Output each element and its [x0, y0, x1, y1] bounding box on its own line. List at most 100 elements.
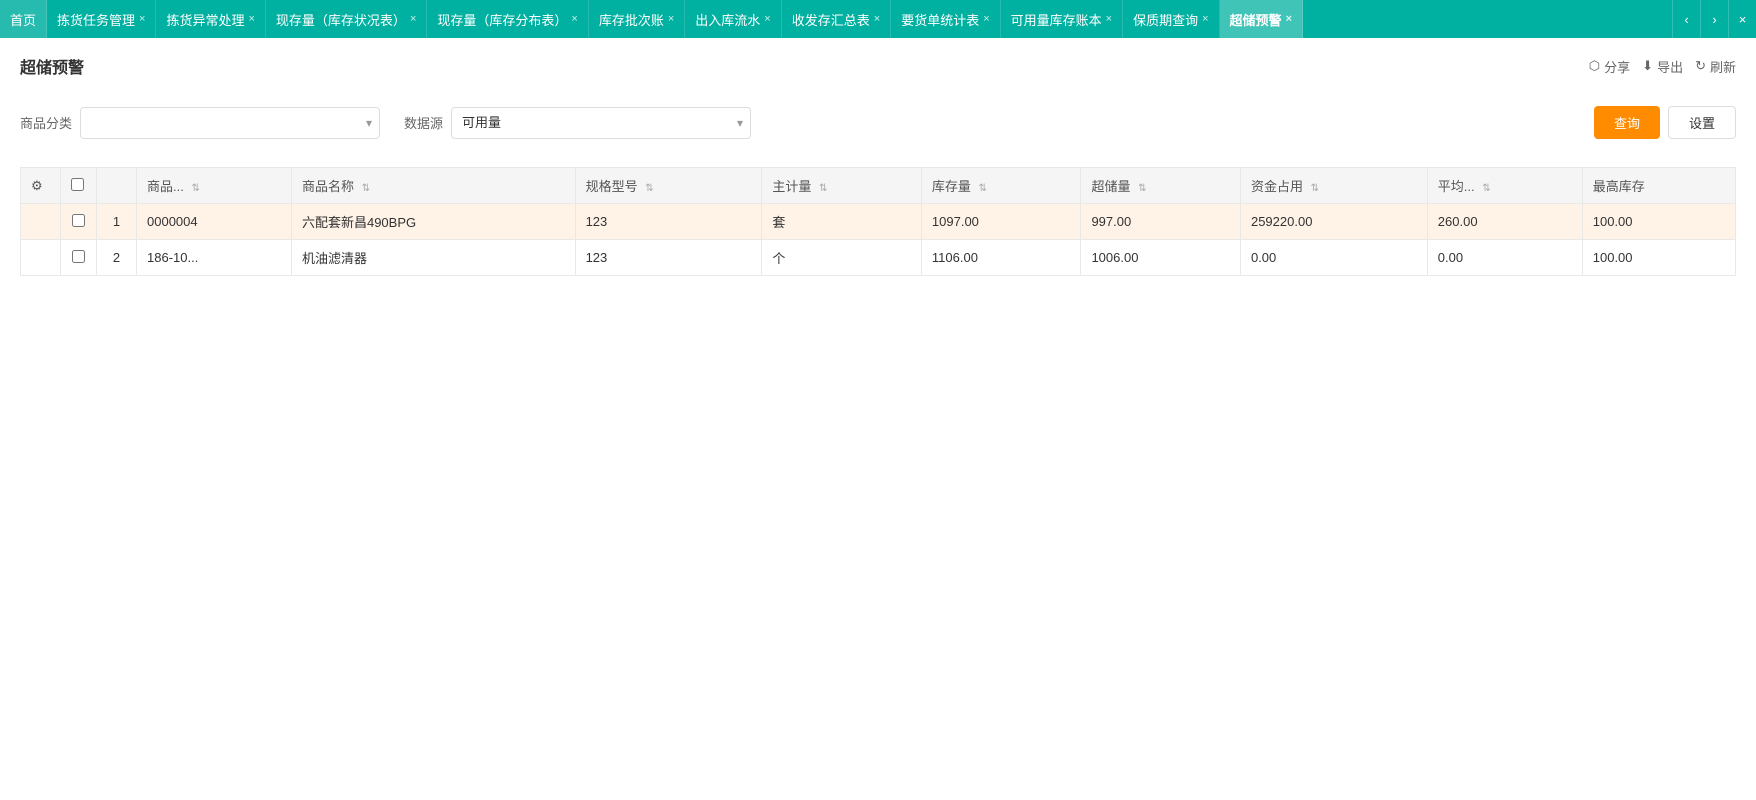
row-overstock: 1006.00 — [1081, 240, 1241, 276]
nav-arrow-right[interactable]: › — [1700, 0, 1728, 38]
refresh-icon: ↻ — [1695, 58, 1706, 74]
sort-icon: ⇅ — [819, 183, 827, 194]
nav-arrows: ‹ › × — [1672, 0, 1756, 38]
row-gear — [21, 240, 61, 276]
datasource-label: 数据源 — [404, 113, 443, 132]
row-capital: 259220.00 — [1240, 204, 1427, 240]
page-title: 超储预警 — [20, 54, 84, 78]
th-capital[interactable]: 资金占用 ⇅ — [1240, 168, 1427, 204]
nav-quality-check[interactable]: 保质期查询 × — [1123, 0, 1219, 38]
row-checkbox[interactable] — [72, 250, 85, 263]
page-content: 超储预警 ⬡ 分享 ⬇ 导出 ↻ 刷新 商品分类 ▾ — [0, 38, 1756, 800]
nav-order-stats[interactable]: 要货单统计表 × — [891, 0, 1000, 38]
nav-close-icon[interactable]: × — [571, 13, 577, 25]
row-unit: 套 — [762, 204, 922, 240]
row-product-code: 0000004 — [137, 204, 292, 240]
row-num: 2 — [97, 240, 137, 276]
sort-icon: ⇅ — [979, 183, 987, 194]
row-checkbox-cell — [61, 204, 97, 240]
share-icon: ⬡ — [1589, 58, 1600, 74]
nav-pick-exception[interactable]: 拣货异常处理 × — [156, 0, 265, 38]
query-button[interactable]: 查询 — [1594, 106, 1660, 139]
row-product-name: 六配套新昌490BPG — [291, 204, 575, 240]
th-checkbox — [61, 168, 97, 204]
datasource-filter: 数据源 可用量 ▾ — [404, 107, 751, 139]
row-capital: 0.00 — [1240, 240, 1427, 276]
nav-close-icon[interactable]: × — [410, 13, 416, 25]
datasource-select-wrapper: 可用量 ▾ — [451, 107, 751, 139]
nav-close-icon[interactable]: × — [1202, 13, 1208, 25]
export-icon: ⬇ — [1642, 58, 1653, 74]
nav-stock-status[interactable]: 现存量（库存状况表） × — [266, 0, 427, 38]
row-product-name: 机油滤清器 — [291, 240, 575, 276]
row-avg: 0.00 — [1427, 240, 1582, 276]
nav-inout-flow[interactable]: 出入库流水 × — [685, 0, 781, 38]
top-navigation: 首页 拣货任务管理 × 拣货异常处理 × 现存量（库存状况表） × 现存量（库存… — [0, 0, 1756, 38]
nav-arrow-left[interactable]: ‹ — [1672, 0, 1700, 38]
nav-pick-task[interactable]: 拣货任务管理 × — [47, 0, 156, 38]
table-row: 2 186-10... 机油滤清器 123 个 1106.00 1006.00 … — [21, 240, 1736, 276]
row-avg: 260.00 — [1427, 204, 1582, 240]
nav-collect-summary[interactable]: 收发存汇总表 × — [782, 0, 891, 38]
nav-overstock-warning[interactable]: 超储预警 × — [1220, 0, 1303, 38]
row-checkbox[interactable] — [72, 214, 85, 227]
th-gear: ⚙ — [21, 168, 61, 204]
gear-icon[interactable]: ⚙ — [31, 178, 43, 193]
sort-icon: ⇅ — [1138, 183, 1146, 194]
nav-available-stock[interactable]: 可用量库存账本 × — [1001, 0, 1123, 38]
nav-arrow-close[interactable]: × — [1728, 0, 1756, 38]
page-header: 超储预警 ⬡ 分享 ⬇ 导出 ↻ 刷新 — [20, 54, 1736, 78]
th-overstock[interactable]: 超储量 ⇅ — [1081, 168, 1241, 204]
settings-button[interactable]: 设置 — [1668, 106, 1736, 139]
row-spec: 123 — [575, 240, 762, 276]
row-product-code: 186-10... — [137, 240, 292, 276]
filter-area: 商品分类 ▾ 数据源 可用量 ▾ 查询 设置 — [20, 94, 1736, 151]
share-button[interactable]: ⬡ 分享 — [1589, 57, 1630, 76]
datasource-select[interactable]: 可用量 — [451, 107, 751, 139]
row-num: 1 — [97, 204, 137, 240]
sort-icon: ⇅ — [645, 183, 653, 194]
category-select-wrapper: ▾ — [80, 107, 380, 139]
row-overstock: 997.00 — [1081, 204, 1241, 240]
nav-stock-dist[interactable]: 现存量（库存分布表） × — [427, 0, 588, 38]
row-max-stock: 100.00 — [1582, 204, 1735, 240]
th-avg[interactable]: 平均... ⇅ — [1427, 168, 1582, 204]
table-row: 1 0000004 六配套新昌490BPG 123 套 1097.00 997.… — [21, 204, 1736, 240]
nav-stock-batch[interactable]: 库存批次账 × — [589, 0, 685, 38]
sort-icon: ⇅ — [362, 183, 370, 194]
select-all-checkbox[interactable] — [71, 178, 84, 191]
header-actions: ⬡ 分享 ⬇ 导出 ↻ 刷新 — [1589, 57, 1736, 76]
category-label: 商品分类 — [20, 113, 72, 132]
row-stock: 1106.00 — [921, 240, 1081, 276]
row-max-stock: 100.00 — [1582, 240, 1735, 276]
th-product-name[interactable]: 商品名称 ⇅ — [291, 168, 575, 204]
th-stock[interactable]: 库存量 ⇅ — [921, 168, 1081, 204]
export-button[interactable]: ⬇ 导出 — [1642, 57, 1683, 76]
row-stock: 1097.00 — [921, 204, 1081, 240]
th-product-code[interactable]: 商品... ⇅ — [137, 168, 292, 204]
row-gear — [21, 204, 61, 240]
category-select[interactable] — [80, 107, 380, 139]
table-header-row: ⚙ 商品... ⇅ 商品名称 ⇅ 规格型号 ⇅ — [21, 168, 1736, 204]
nav-close-icon[interactable]: × — [764, 13, 770, 25]
category-filter: 商品分类 ▾ — [20, 107, 380, 139]
sort-icon: ⇅ — [191, 183, 199, 194]
nav-close-icon[interactable]: × — [1106, 13, 1112, 25]
th-unit[interactable]: 主计量 ⇅ — [762, 168, 922, 204]
nav-close-icon[interactable]: × — [248, 13, 254, 25]
row-spec: 123 — [575, 204, 762, 240]
sort-icon: ⇅ — [1311, 183, 1319, 194]
nav-home[interactable]: 首页 — [0, 0, 47, 38]
th-row-num — [97, 168, 137, 204]
data-table: ⚙ 商品... ⇅ 商品名称 ⇅ 规格型号 ⇅ — [20, 167, 1736, 276]
row-unit: 个 — [762, 240, 922, 276]
th-max-stock[interactable]: 最高库存 — [1582, 168, 1735, 204]
nav-close-icon[interactable]: × — [139, 13, 145, 25]
nav-close-icon[interactable]: × — [668, 13, 674, 25]
nav-close-icon[interactable]: × — [874, 13, 880, 25]
nav-close-icon[interactable]: × — [1286, 13, 1292, 25]
filter-actions: 查询 设置 — [1594, 106, 1736, 139]
th-spec[interactable]: 规格型号 ⇅ — [575, 168, 762, 204]
refresh-button[interactable]: ↻ 刷新 — [1695, 57, 1736, 76]
nav-close-icon[interactable]: × — [983, 13, 989, 25]
